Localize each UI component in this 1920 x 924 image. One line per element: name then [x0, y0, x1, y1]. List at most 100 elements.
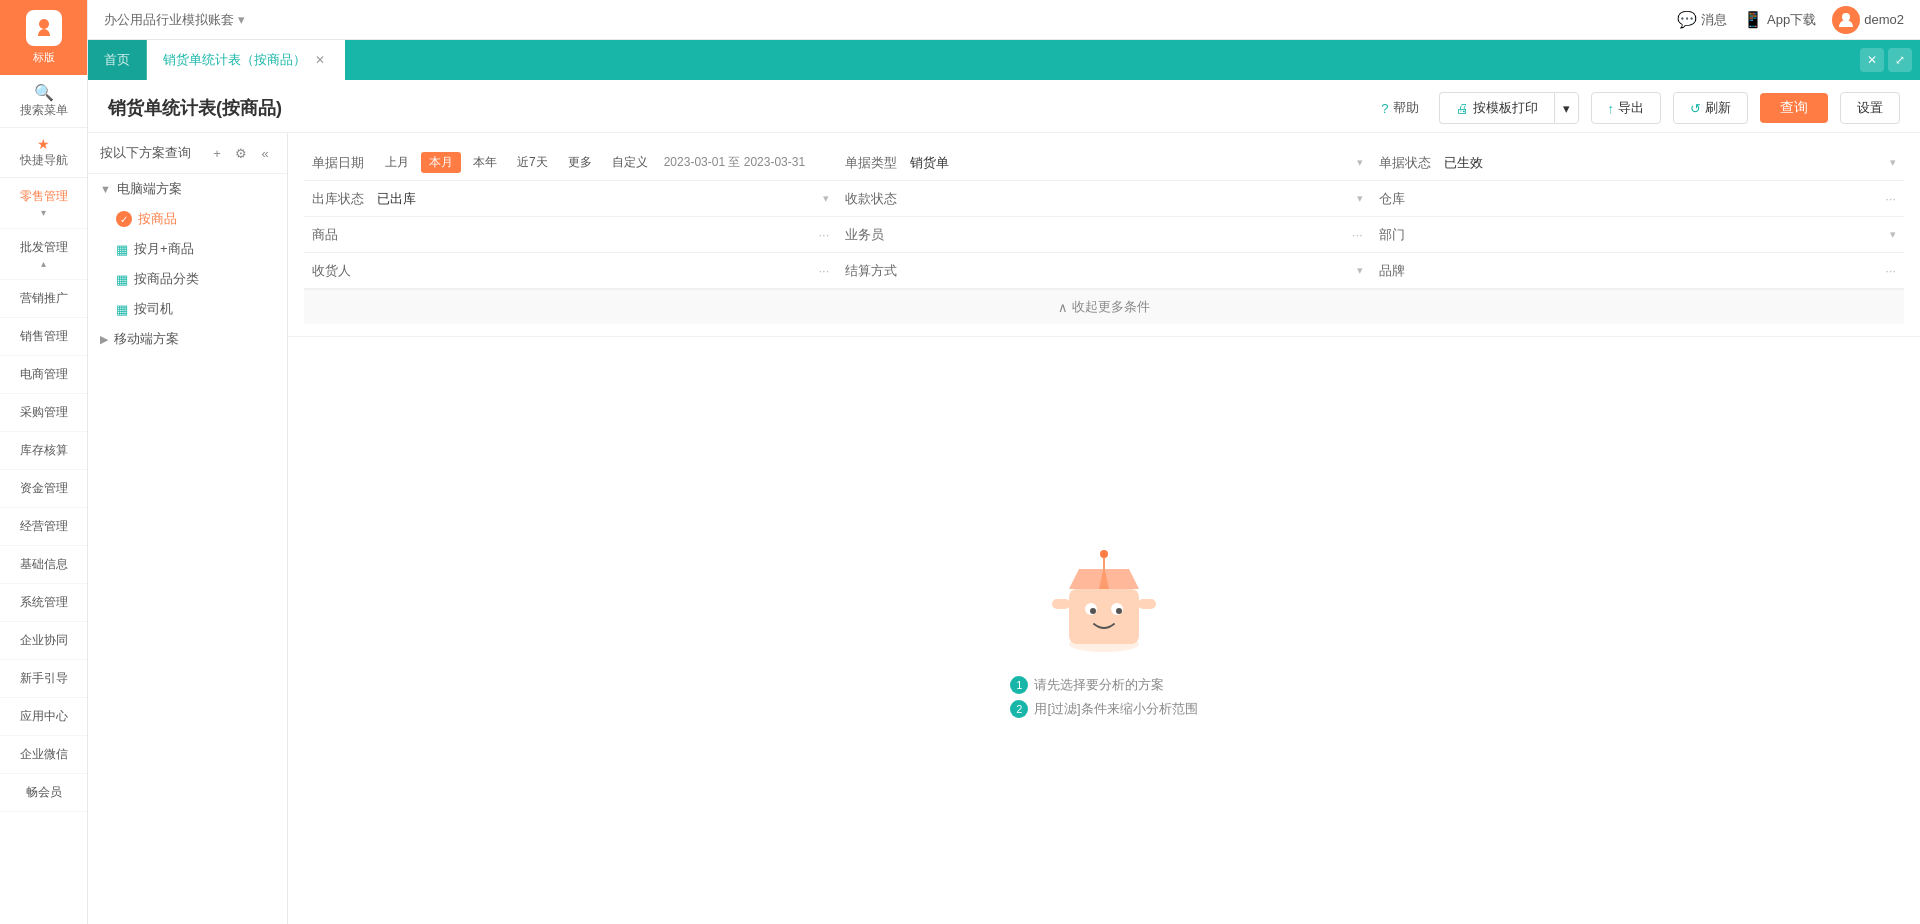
- receiver-label: 收货人: [312, 262, 377, 280]
- search-menu-item[interactable]: 🔍 搜索菜单: [0, 75, 87, 128]
- date-tab-thismonth[interactable]: 本月: [421, 152, 461, 173]
- warehouse-value-container[interactable]: ···: [1444, 191, 1896, 206]
- brand-label: 品牌: [1379, 262, 1444, 280]
- panel-settings-btn[interactable]: ⚙: [231, 143, 251, 163]
- message-btn[interactable]: 💬 消息: [1677, 10, 1727, 29]
- date-tab-lastmonth[interactable]: 上月: [377, 152, 417, 173]
- staff-value-container[interactable]: ···: [910, 227, 1362, 242]
- warehouse-dots[interactable]: ···: [1885, 191, 1896, 206]
- sidebar-item-inventory[interactable]: 库存核算: [0, 432, 87, 470]
- type-dropdown-icon[interactable]: ▾: [1357, 156, 1363, 169]
- sidebar-item-enterprise[interactable]: 企业协同: [0, 622, 87, 660]
- receipt-value-container[interactable]: ▾: [910, 192, 1362, 205]
- out-dropdown-icon[interactable]: ▾: [823, 192, 829, 205]
- payment-dropdown-icon[interactable]: ▾: [1357, 264, 1363, 277]
- tree-node-by-month-product[interactable]: ▦ 按月+商品: [88, 234, 287, 264]
- refresh-btn[interactable]: ↺ 刷新: [1673, 92, 1748, 124]
- collapse-btn[interactable]: ∧ 收起更多条件: [304, 289, 1904, 324]
- tree-node-by-cashier[interactable]: ▦ 按司机: [88, 294, 287, 324]
- filter-section: 单据日期 上月 本月 本年 近7天 更多 自定义 20: [288, 133, 1920, 337]
- left-panel-title: 按以下方案查询: [100, 144, 191, 162]
- date-tab-custom[interactable]: 自定义: [604, 152, 656, 173]
- system-label: 系统管理: [20, 594, 68, 611]
- product-dots[interactable]: ···: [818, 227, 829, 242]
- by-product-label: 按商品: [138, 210, 177, 228]
- quick-nav-item[interactable]: ★ 快捷导航: [0, 128, 87, 178]
- svg-point-1: [1842, 13, 1850, 21]
- receiver-value-container[interactable]: ···: [377, 263, 829, 278]
- print-btn[interactable]: 🖨 按模板打印: [1439, 92, 1554, 124]
- filter-type-cell: 单据类型 销货单 ▾: [837, 145, 1370, 181]
- panel-add-btn[interactable]: +: [207, 143, 227, 163]
- print-dropdown-btn[interactable]: ▾: [1554, 92, 1579, 124]
- query-btn[interactable]: 查询: [1760, 93, 1828, 123]
- tree-mobile-group[interactable]: ▶ 移动端方案: [88, 324, 287, 354]
- sidebar-item-operations[interactable]: 经营管理: [0, 508, 87, 546]
- date-tab-7days[interactable]: 近7天: [509, 152, 556, 173]
- basic-label: 基础信息: [20, 556, 68, 573]
- filter-row-2: 出库状态 已出库 ▾ 收款状态 ▾: [304, 181, 1904, 217]
- panel-collapse-btn[interactable]: «: [255, 143, 275, 163]
- brand-dots[interactable]: ···: [1885, 263, 1896, 278]
- sidebar-item-appcenter[interactable]: 应用中心: [0, 698, 87, 736]
- filter-status-cell: 单据状态 已生效 ▾: [1371, 145, 1904, 181]
- tree-pc-group[interactable]: ▼ 电脑端方案: [88, 174, 287, 204]
- tab-maximize-btn[interactable]: ⤢: [1888, 48, 1912, 72]
- sidebar-item-ecommerce[interactable]: 电商管理: [0, 356, 87, 394]
- export-btn[interactable]: ↑ 导出: [1591, 92, 1662, 124]
- empty-state: 1 请先选择要分析的方案 2 用[过滤]条件来缩小分析范围: [288, 337, 1920, 924]
- page-actions: ? 帮助 🖨 按模板打印 ▾ ↑ 导出 ↺: [1373, 92, 1900, 124]
- staff-dots[interactable]: ···: [1352, 227, 1363, 242]
- brand-value-container[interactable]: ···: [1444, 263, 1896, 278]
- sidebar-item-system[interactable]: 系统管理: [0, 584, 87, 622]
- retail-label: 零售管理: [20, 188, 68, 205]
- date-value[interactable]: 上月 本月 本年 近7天 更多 自定义 2023-03-01 至 2023-03…: [377, 152, 829, 173]
- app-download-btn[interactable]: 📱 App下载: [1743, 10, 1816, 29]
- dept-dropdown-icon[interactable]: ▾: [1890, 228, 1896, 241]
- sidebar-item-member[interactable]: 畅会员: [0, 774, 87, 812]
- help-btn[interactable]: ? 帮助: [1373, 95, 1426, 121]
- tree-node-by-category[interactable]: ▦ 按商品分类: [88, 264, 287, 294]
- export-icon: ↑: [1608, 101, 1615, 116]
- sidebar-item-finance[interactable]: 资金管理: [0, 470, 87, 508]
- sidebar-item-newguide[interactable]: 新手引导: [0, 660, 87, 698]
- payment-value-container[interactable]: ▾: [910, 264, 1362, 277]
- sidebar-item-corpwechat[interactable]: 企业微信: [0, 736, 87, 774]
- marketing-label: 营销推广: [20, 290, 68, 307]
- tab-stats[interactable]: 销货单统计表（按商品） ✕: [147, 40, 345, 80]
- dept-value-container[interactable]: ▾: [1444, 228, 1896, 241]
- empty-tips: 1 请先选择要分析的方案 2 用[过滤]条件来缩小分析范围: [1010, 676, 1197, 718]
- product-value-container[interactable]: ···: [377, 227, 829, 242]
- tree-node-by-product[interactable]: ✓ 按商品: [88, 204, 287, 234]
- app-dropdown-icon[interactable]: ▾: [238, 12, 245, 27]
- sidebar-item-wholesale[interactable]: 批发管理 ▴: [0, 229, 87, 280]
- receipt-dropdown-icon[interactable]: ▾: [1357, 192, 1363, 205]
- tab-close-btn[interactable]: ✕: [312, 52, 328, 68]
- status-value: 已生效: [1444, 154, 1890, 172]
- mobile-icon: 📱: [1743, 10, 1763, 29]
- date-tab-thisyear[interactable]: 本年: [465, 152, 505, 173]
- filter-dept-cell: 部门 ▾: [1371, 217, 1904, 253]
- refresh-icon: ↺: [1690, 101, 1701, 116]
- filter-row-3: 商品 ··· 业务员 ···: [304, 217, 1904, 253]
- receiver-dots[interactable]: ···: [818, 263, 829, 278]
- sidebar-item-sales[interactable]: 销售管理: [0, 318, 87, 356]
- type-value-container[interactable]: 销货单 ▾: [910, 154, 1362, 172]
- page-header: 销货单统计表(按商品) ? 帮助 🖨 按模板打印 ▾ ↑: [88, 80, 1920, 133]
- settings-btn[interactable]: 设置: [1840, 92, 1900, 124]
- date-tab-more[interactable]: 更多: [560, 152, 600, 173]
- sidebar-item-marketing[interactable]: 营销推广: [0, 280, 87, 318]
- date-label: 单据日期: [312, 154, 377, 172]
- user-avatar-btn[interactable]: demo2: [1832, 6, 1904, 34]
- sidebar-item-basic[interactable]: 基础信息: [0, 546, 87, 584]
- sidebar-item-purchase[interactable]: 采购管理: [0, 394, 87, 432]
- sidebar-item-retail[interactable]: 零售管理 ▾: [0, 178, 87, 229]
- out-value-container[interactable]: 已出库 ▾: [377, 190, 829, 208]
- sidebar: 标版 🔍 搜索菜单 ★ 快捷导航 零售管理 ▾ 批发管理 ▴ 营销推广 销售管理…: [0, 0, 88, 924]
- tab-close-all-btn[interactable]: ✕: [1860, 48, 1884, 72]
- status-value-container[interactable]: 已生效 ▾: [1444, 154, 1896, 172]
- tab-home[interactable]: 首页: [88, 40, 147, 80]
- avatar: [1832, 6, 1860, 34]
- tab-controls: ✕ ⤢: [1852, 40, 1920, 80]
- status-dropdown-icon[interactable]: ▾: [1890, 156, 1896, 169]
